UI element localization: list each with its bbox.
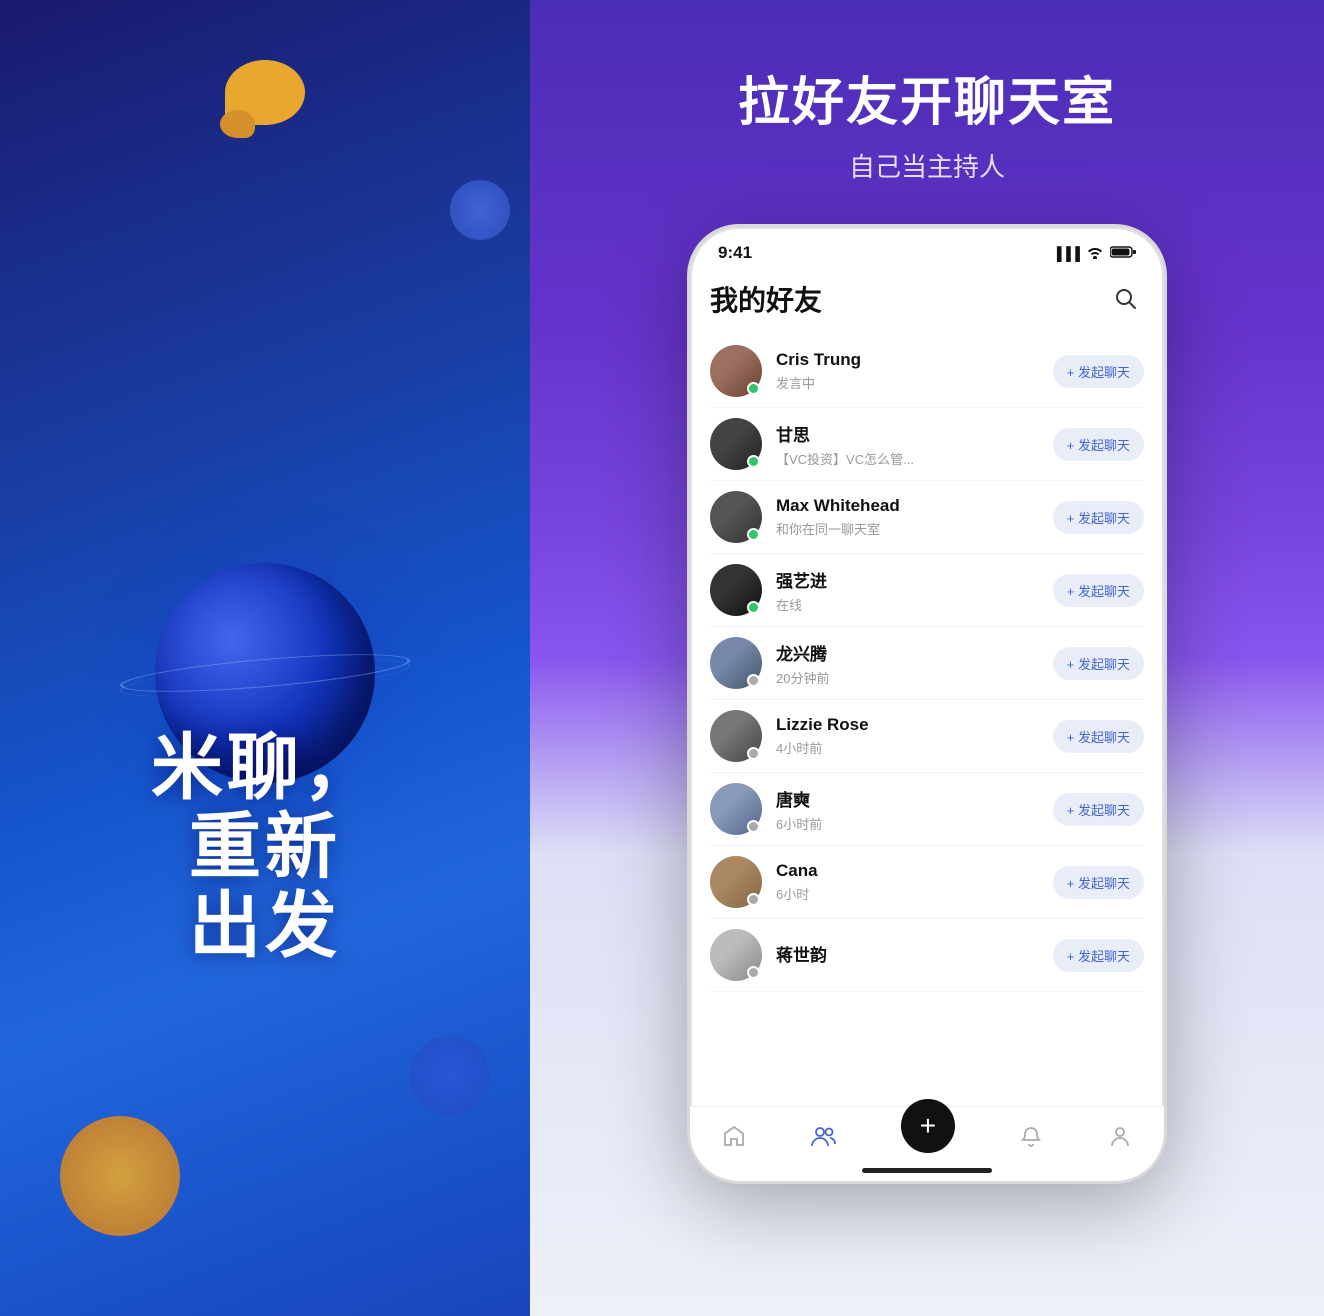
home-indicator bbox=[862, 1168, 992, 1173]
friend-item[interactable]: 蒋世韵 + 发起聊天 bbox=[710, 919, 1144, 992]
signal-icon: ▐▐▐ bbox=[1052, 246, 1080, 261]
friend-status: 4小时前 bbox=[776, 738, 956, 757]
friend-item[interactable]: Max Whitehead 和你在同一聊天室 + 发起聊天 bbox=[710, 481, 1144, 554]
avatar bbox=[710, 929, 762, 981]
friend-name: Cris Trung bbox=[776, 350, 1039, 370]
friend-name: 唐奭 bbox=[776, 786, 1039, 811]
start-chat-button[interactable]: + 发起聊天 bbox=[1053, 647, 1144, 680]
friend-name: 蒋世韵 bbox=[776, 941, 1039, 966]
friend-info: 甘思【VC投资】VC怎么管... bbox=[776, 421, 1039, 468]
friend-info: Lizzie Rose 4小时前 bbox=[776, 715, 1039, 757]
friend-item[interactable]: 甘思【VC投资】VC怎么管... + 发起聊天 bbox=[710, 408, 1144, 481]
friend-item[interactable]: Cana 6小时 + 发起聊天 bbox=[710, 846, 1144, 919]
plus-icon: + bbox=[920, 1110, 936, 1142]
avatar bbox=[710, 710, 762, 762]
friends-list-title: 我的好友 bbox=[710, 279, 822, 319]
friend-status: 发言中 bbox=[776, 373, 956, 392]
avatar bbox=[710, 564, 762, 616]
friend-status: 和你在同一聊天室 bbox=[776, 519, 956, 538]
friend-status: 在线 bbox=[776, 595, 956, 614]
start-chat-button[interactable]: + 发起聊天 bbox=[1053, 428, 1144, 461]
start-chat-button[interactable]: + 发起聊天 bbox=[1053, 939, 1144, 972]
promo-title: 拉好友开聊天室 bbox=[738, 60, 1116, 135]
status-time: 9:41 bbox=[718, 243, 752, 263]
decoration-circle-3 bbox=[410, 1036, 490, 1116]
online-status-dot bbox=[747, 382, 760, 395]
friend-item[interactable]: 唐奭 6小时前 + 发起聊天 bbox=[710, 773, 1144, 846]
nav-plus[interactable]: + bbox=[901, 1119, 955, 1153]
avatar bbox=[710, 491, 762, 543]
avatar bbox=[710, 418, 762, 470]
avatar bbox=[710, 345, 762, 397]
phone-notch bbox=[862, 241, 992, 267]
app-icon bbox=[220, 60, 310, 140]
online-status-dot bbox=[747, 893, 760, 906]
online-status-dot bbox=[747, 966, 760, 979]
friend-info: Max Whitehead 和你在同一聊天室 bbox=[776, 496, 1039, 538]
friend-name: Cana bbox=[776, 861, 1039, 881]
friend-info: Cris Trung 发言中 bbox=[776, 350, 1039, 392]
right-panel: 拉好友开聊天室 自己当主持人 9:41 ▐▐▐ 我的好友 bbox=[530, 0, 1324, 1316]
avatar bbox=[710, 783, 762, 835]
start-chat-button[interactable]: + 发起聊天 bbox=[1053, 866, 1144, 899]
start-chat-button[interactable]: + 发起聊天 bbox=[1053, 501, 1144, 534]
friend-status: 6小时前 bbox=[776, 814, 956, 833]
friend-info: 蒋世韵 bbox=[776, 941, 1039, 969]
decoration-circle-2 bbox=[450, 180, 510, 240]
battery-icon bbox=[1110, 245, 1136, 262]
app-tagline: 米聊， 重新 出发 bbox=[151, 729, 379, 967]
friend-info: Cana 6小时 bbox=[776, 861, 1039, 903]
avatar bbox=[710, 637, 762, 689]
friends-header: 我的好友 bbox=[710, 271, 1144, 335]
friend-name: 龙兴腾 bbox=[776, 640, 1039, 665]
online-status-dot bbox=[747, 674, 760, 687]
plus-button[interactable]: + bbox=[901, 1099, 955, 1153]
online-status-dot bbox=[747, 528, 760, 541]
friend-info: 强艺进在线 bbox=[776, 567, 1039, 614]
friend-name: 强艺进 bbox=[776, 567, 1039, 592]
avatar bbox=[710, 856, 762, 908]
nav-home[interactable] bbox=[722, 1124, 746, 1148]
online-status-dot bbox=[747, 820, 760, 833]
nav-friends[interactable] bbox=[811, 1124, 837, 1148]
friend-name: 甘思 bbox=[776, 421, 1039, 446]
promo-subtitle: 自己当主持人 bbox=[849, 147, 1005, 184]
friend-list: Cris Trung发言中+ 发起聊天甘思【VC投资】VC怎么管...+ 发起聊… bbox=[710, 335, 1144, 992]
friend-status: 【VC投资】VC怎么管... bbox=[776, 449, 956, 468]
online-status-dot bbox=[747, 747, 760, 760]
phone-mockup: 9:41 ▐▐▐ 我的好友 Cris Trung发言中+ 发起聊天甘思【VC投资… bbox=[687, 224, 1167, 1184]
nav-bell[interactable] bbox=[1019, 1124, 1043, 1148]
friend-item[interactable]: 龙兴腾 20分钟前 + 发起聊天 bbox=[710, 627, 1144, 700]
nav-profile[interactable] bbox=[1108, 1124, 1132, 1148]
start-chat-button[interactable]: + 发起聊天 bbox=[1053, 793, 1144, 826]
friend-status: 20分钟前 bbox=[776, 668, 956, 687]
online-status-dot bbox=[747, 601, 760, 614]
decoration-circle-1 bbox=[60, 1116, 180, 1236]
friend-item[interactable]: 强艺进在线 + 发起聊天 bbox=[710, 554, 1144, 627]
friend-item[interactable]: Cris Trung 发言中 + 发起聊天 bbox=[710, 335, 1144, 408]
friend-info: 唐奭 6小时前 bbox=[776, 786, 1039, 833]
friend-item[interactable]: Lizzie Rose 4小时前 + 发起聊天 bbox=[710, 700, 1144, 773]
online-status-dot bbox=[747, 455, 760, 468]
friend-name: Lizzie Rose bbox=[776, 715, 1039, 735]
friend-name: Max Whitehead bbox=[776, 496, 1039, 516]
start-chat-button[interactable]: + 发起聊天 bbox=[1053, 720, 1144, 753]
search-button[interactable] bbox=[1108, 281, 1144, 317]
status-icons: ▐▐▐ bbox=[1052, 245, 1136, 262]
left-panel: 米聊， 重新 出发 bbox=[0, 0, 530, 1316]
phone-content: 我的好友 Cris Trung发言中+ 发起聊天甘思【VC投资】VC怎么管...… bbox=[690, 271, 1164, 992]
wifi-icon bbox=[1086, 245, 1104, 262]
start-chat-button[interactable]: + 发起聊天 bbox=[1053, 355, 1144, 388]
friend-status: 6小时 bbox=[776, 884, 956, 903]
start-chat-button[interactable]: + 发起聊天 bbox=[1053, 574, 1144, 607]
friend-info: 龙兴腾 20分钟前 bbox=[776, 640, 1039, 687]
